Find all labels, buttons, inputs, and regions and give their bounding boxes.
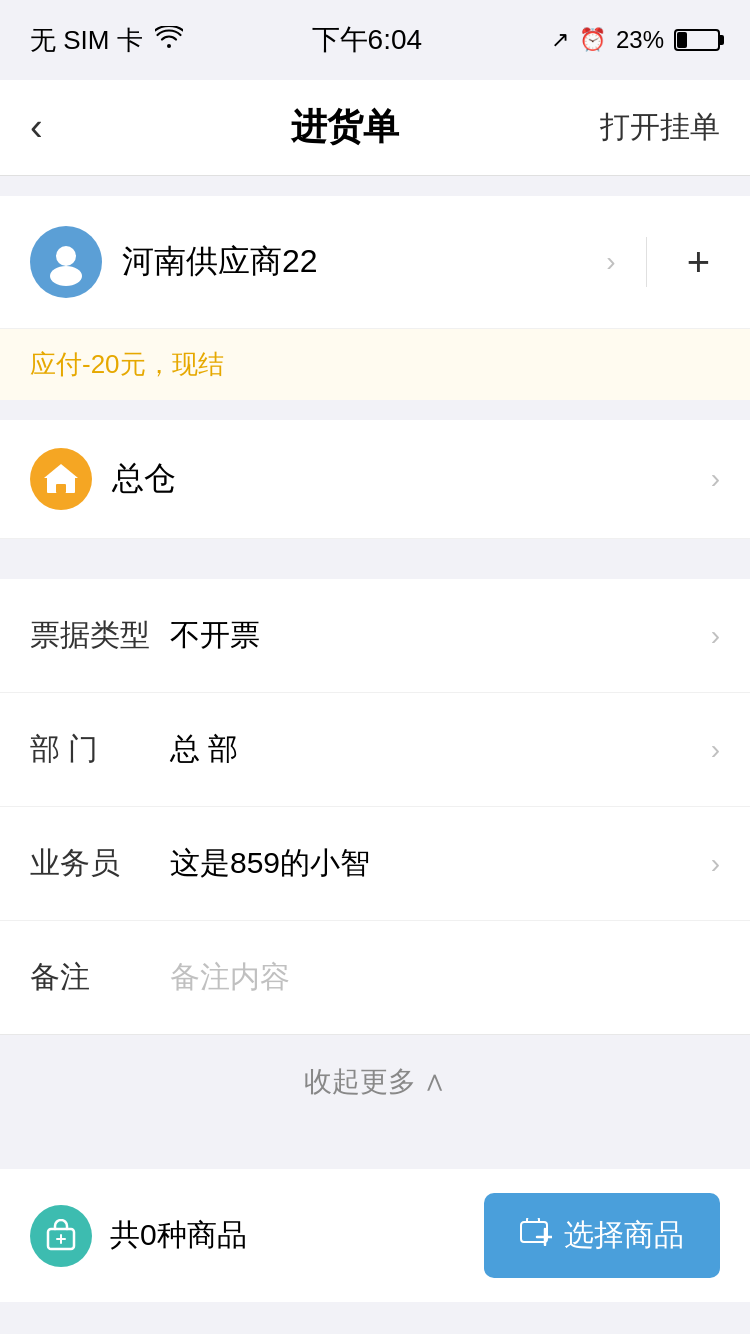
nav-bar: ‹ 进货单 打开挂单 — [0, 80, 750, 176]
product-count-area: 共0种商品 — [30, 1205, 247, 1267]
back-button[interactable]: ‹ — [30, 106, 90, 149]
warehouse-icon — [30, 448, 92, 510]
salesperson-label: 业务员 — [30, 843, 170, 884]
add-supplier-button[interactable]: + — [677, 240, 720, 285]
section-divider-4 — [0, 1129, 750, 1149]
select-product-icon — [520, 1218, 552, 1253]
svg-point-1 — [50, 266, 82, 286]
page-background — [0, 1302, 750, 1334]
invoice-type-arrow-icon: › — [711, 620, 720, 652]
alarm-icon: ⏰ — [579, 27, 606, 53]
status-bar: 无 SIM 卡 下午6:04 ↗ ⏰ 23% — [0, 0, 750, 80]
department-row[interactable]: 部 门 总 部 › — [0, 693, 750, 807]
vertical-divider — [646, 237, 647, 287]
warehouse-name: 总仓 — [112, 457, 711, 501]
invoice-type-label: 票据类型 — [30, 615, 170, 656]
product-count-text: 共0种商品 — [110, 1215, 247, 1256]
supplier-row[interactable]: 河南供应商22 › + — [0, 196, 750, 329]
form-section: 票据类型 不开票 › 部 门 总 部 › 业务员 这是859的小智 › 备注 备… — [0, 579, 750, 1034]
supplier-name: 河南供应商22 — [122, 240, 606, 284]
svg-marker-3 — [44, 464, 78, 478]
invoice-type-row[interactable]: 票据类型 不开票 › — [0, 579, 750, 693]
collapse-button[interactable]: 收起更多 ∧ — [0, 1034, 750, 1129]
notice-banner: 应付-20元，现结 — [0, 329, 750, 400]
product-icon — [30, 1205, 92, 1267]
warehouse-section: 总仓 › — [0, 420, 750, 539]
department-label: 部 门 — [30, 729, 170, 770]
status-time: 下午6:04 — [312, 21, 423, 59]
remark-row[interactable]: 备注 备注内容 — [0, 921, 750, 1034]
svg-rect-4 — [56, 484, 66, 493]
section-divider-2 — [0, 400, 750, 420]
warehouse-row[interactable]: 总仓 › — [0, 420, 750, 539]
avatar — [30, 226, 102, 298]
open-pending-button[interactable]: 打开挂单 — [600, 107, 720, 148]
select-product-label: 选择商品 — [564, 1215, 684, 1256]
remark-label: 备注 — [30, 957, 170, 998]
battery-icon — [674, 29, 720, 51]
supplier-section: 河南供应商22 › + 应付-20元，现结 — [0, 196, 750, 400]
salesperson-arrow-icon: › — [711, 848, 720, 880]
department-value: 总 部 — [170, 729, 711, 770]
location-icon: ↗ — [551, 27, 569, 53]
department-arrow-icon: › — [711, 734, 720, 766]
remark-input[interactable]: 备注内容 — [170, 957, 720, 998]
status-right: ↗ ⏰ 23% — [551, 26, 720, 54]
salesperson-value: 这是859的小智 — [170, 843, 711, 884]
supplier-arrow-icon: › — [606, 246, 615, 278]
invoice-type-value: 不开票 — [170, 615, 711, 656]
carrier-text: 无 SIM 卡 — [30, 23, 143, 58]
svg-point-0 — [56, 246, 76, 266]
bottom-bar: 共0种商品 选择商品 — [0, 1169, 750, 1302]
svg-rect-8 — [521, 1222, 547, 1242]
wifi-icon — [155, 26, 183, 54]
warehouse-arrow-icon: › — [711, 463, 720, 495]
section-divider-1 — [0, 176, 750, 196]
battery-percent: 23% — [616, 26, 664, 54]
status-left: 无 SIM 卡 — [30, 23, 183, 58]
select-product-button[interactable]: 选择商品 — [484, 1193, 720, 1278]
salesperson-row[interactable]: 业务员 这是859的小智 › — [0, 807, 750, 921]
page-title: 进货单 — [291, 103, 399, 152]
section-divider-3 — [0, 539, 750, 559]
